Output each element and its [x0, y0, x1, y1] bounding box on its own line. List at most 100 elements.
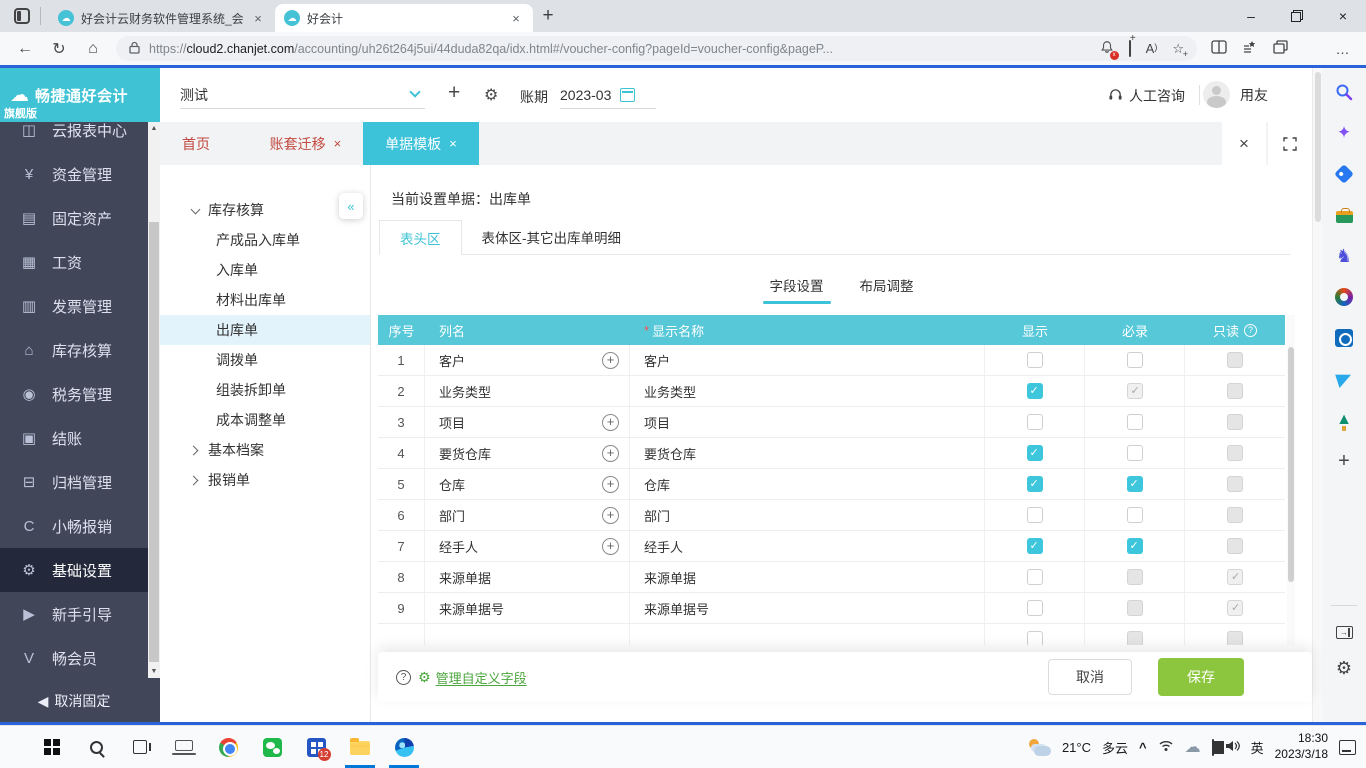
split-screen-icon[interactable] — [1203, 40, 1234, 57]
nav-tab[interactable]: 首页 × — [160, 122, 248, 165]
temperature[interactable]: 21°C — [1062, 740, 1091, 755]
wechat-icon[interactable] — [250, 726, 294, 768]
battery-icon[interactable] — [1212, 740, 1214, 755]
add-field-icon[interactable]: + — [602, 538, 619, 555]
tree-item[interactable]: 成本调整单 — [160, 405, 370, 435]
save-button[interactable]: 保存 — [1158, 658, 1244, 696]
display-name-cell[interactable]: 来源单据号 — [630, 593, 985, 623]
sidebar-menu-item[interactable]: V 畅会员 — [0, 636, 148, 678]
readonly-checkbox[interactable] — [1227, 383, 1243, 399]
start-button[interactable] — [30, 726, 74, 768]
browser-profile-avatar[interactable] — [1296, 41, 1327, 57]
taskbar-search-icon[interactable] — [74, 726, 118, 768]
sidebar-scrollbar[interactable]: ▲ ▼ — [148, 122, 160, 678]
help-icon[interactable]: ? — [1244, 324, 1257, 337]
edge-icon[interactable] — [382, 726, 426, 768]
refresh-button[interactable]: ↻ — [42, 39, 76, 59]
scrollbar-thumb[interactable] — [1315, 72, 1321, 222]
nav-tab[interactable]: 账套迁移 × — [248, 122, 364, 165]
sidebar-menu-item[interactable]: ▶ 新手引导 — [0, 592, 148, 636]
required-checkbox[interactable] — [1127, 631, 1143, 645]
table-scrollbar[interactable] — [1287, 315, 1295, 645]
sidebar-apps-icon[interactable] — [1129, 41, 1131, 56]
show-checkbox[interactable] — [1027, 383, 1043, 399]
subtab[interactable]: 布局调整 — [860, 275, 914, 304]
show-checkbox[interactable] — [1027, 352, 1043, 368]
area-tab[interactable]: 表头区 — [379, 220, 462, 255]
copy-page-icon[interactable] — [1265, 40, 1296, 57]
show-checkbox[interactable] — [1027, 445, 1043, 461]
account-settings-icon[interactable]: ⚙ — [484, 85, 498, 105]
sidebar-menu-item[interactable]: C 小畅报销 — [0, 504, 148, 548]
address-bar[interactable]: https://cloud2.chanjet.com/accounting/uh… — [116, 36, 1197, 61]
search-icon[interactable] — [1334, 82, 1354, 102]
scrollbar-thumb[interactable] — [1288, 347, 1294, 582]
collections-icon[interactable] — [1234, 40, 1265, 57]
input-language[interactable]: 英 — [1251, 738, 1264, 757]
show-checkbox[interactable] — [1027, 600, 1043, 616]
display-name-cell[interactable]: 要货仓库 — [630, 438, 985, 468]
tree-item[interactable]: 产成品入库单 — [160, 225, 370, 255]
skype-icon[interactable] — [1334, 369, 1354, 389]
show-checkbox[interactable] — [1027, 414, 1043, 430]
tools-icon[interactable] — [1334, 205, 1354, 225]
restore-button[interactable] — [1274, 0, 1320, 32]
area-tab[interactable]: 表体区-其它出库单明细 — [462, 220, 642, 254]
readonly-checkbox[interactable] — [1227, 600, 1243, 616]
close-icon[interactable]: × — [508, 11, 524, 26]
required-checkbox[interactable] — [1127, 352, 1143, 368]
devices-icon[interactable] — [162, 726, 206, 768]
user-menu[interactable]: 用友 — [1203, 81, 1268, 108]
tree-item[interactable]: 基本档案 — [160, 435, 370, 465]
games-icon[interactable]: ♞ — [1334, 246, 1354, 266]
sidebar-menu-item[interactable]: ◫ 云报表中心 — [0, 122, 148, 152]
readonly-checkbox[interactable] — [1227, 538, 1243, 554]
cancel-button[interactable]: 取消 — [1048, 659, 1132, 695]
required-checkbox[interactable] — [1127, 600, 1143, 616]
add-field-icon[interactable]: + — [602, 476, 619, 493]
clock[interactable]: 18:302023/3/18 — [1275, 731, 1328, 762]
tree-item[interactable]: 调拨单 — [160, 345, 370, 375]
page-scrollbar[interactable] — [1312, 68, 1322, 722]
sidebar-menu-item[interactable]: ⚙ 基础设置 — [0, 548, 148, 592]
close-icon[interactable]: × — [449, 136, 457, 151]
office-app-icon[interactable]: 12 — [294, 726, 338, 768]
manage-custom-fields-link[interactable]: 管理自定义字段 — [436, 668, 527, 687]
sidebar-menu-item[interactable]: ¥ 资金管理 — [0, 152, 148, 196]
close-icon[interactable]: × — [250, 11, 266, 26]
required-checkbox[interactable] — [1127, 414, 1143, 430]
add-field-icon[interactable]: + — [602, 352, 619, 369]
workspaces-icon[interactable] — [14, 8, 30, 24]
required-checkbox[interactable] — [1127, 445, 1143, 461]
readonly-checkbox[interactable] — [1227, 445, 1243, 461]
scroll-up-icon[interactable]: ▲ — [148, 125, 160, 132]
show-checkbox[interactable] — [1027, 476, 1043, 492]
close-all-tabs-button[interactable]: × — [1222, 122, 1266, 165]
sidebar-menu-item[interactable]: ▥ 发票管理 — [0, 284, 148, 328]
readonly-checkbox[interactable] — [1227, 476, 1243, 492]
outlook-icon[interactable] — [1334, 328, 1354, 348]
sidebar-settings-icon[interactable]: ⚙ — [1334, 658, 1354, 678]
toggle-sidebar-icon[interactable]: → — [1334, 622, 1354, 642]
copilot-icon[interactable]: ✦ — [1334, 123, 1354, 143]
close-window-button[interactable]: × — [1320, 0, 1366, 32]
scrollbar-thumb[interactable] — [149, 222, 159, 662]
help-icon[interactable]: ? — [396, 670, 411, 685]
scroll-down-icon[interactable]: ▼ — [148, 668, 160, 675]
display-name-cell[interactable]: 客户 — [630, 345, 985, 375]
weather-desc[interactable]: 多云 — [1102, 738, 1128, 757]
tree-item[interactable]: 出库单 — [160, 315, 370, 345]
display-name-cell[interactable]: 部门 — [630, 500, 985, 530]
volume-icon[interactable] — [1225, 740, 1240, 755]
file-explorer-icon[interactable] — [338, 726, 382, 768]
chrome-icon[interactable] — [206, 726, 250, 768]
add-field-icon[interactable]: + — [602, 445, 619, 462]
hidden-icons-chevron[interactable]: ^ — [1139, 740, 1147, 755]
onedrive-icon[interactable]: ☁ — [1185, 737, 1201, 757]
browser-tab-2[interactable]: ☁ 好会计 × — [275, 4, 533, 32]
action-center-icon[interactable] — [1339, 740, 1356, 755]
add-sidebar-app-icon[interactable]: + — [1334, 451, 1354, 471]
notifications-bell-icon[interactable]: x — [1100, 40, 1114, 57]
show-checkbox[interactable] — [1027, 569, 1043, 585]
home-button[interactable]: ⌂ — [76, 40, 110, 58]
